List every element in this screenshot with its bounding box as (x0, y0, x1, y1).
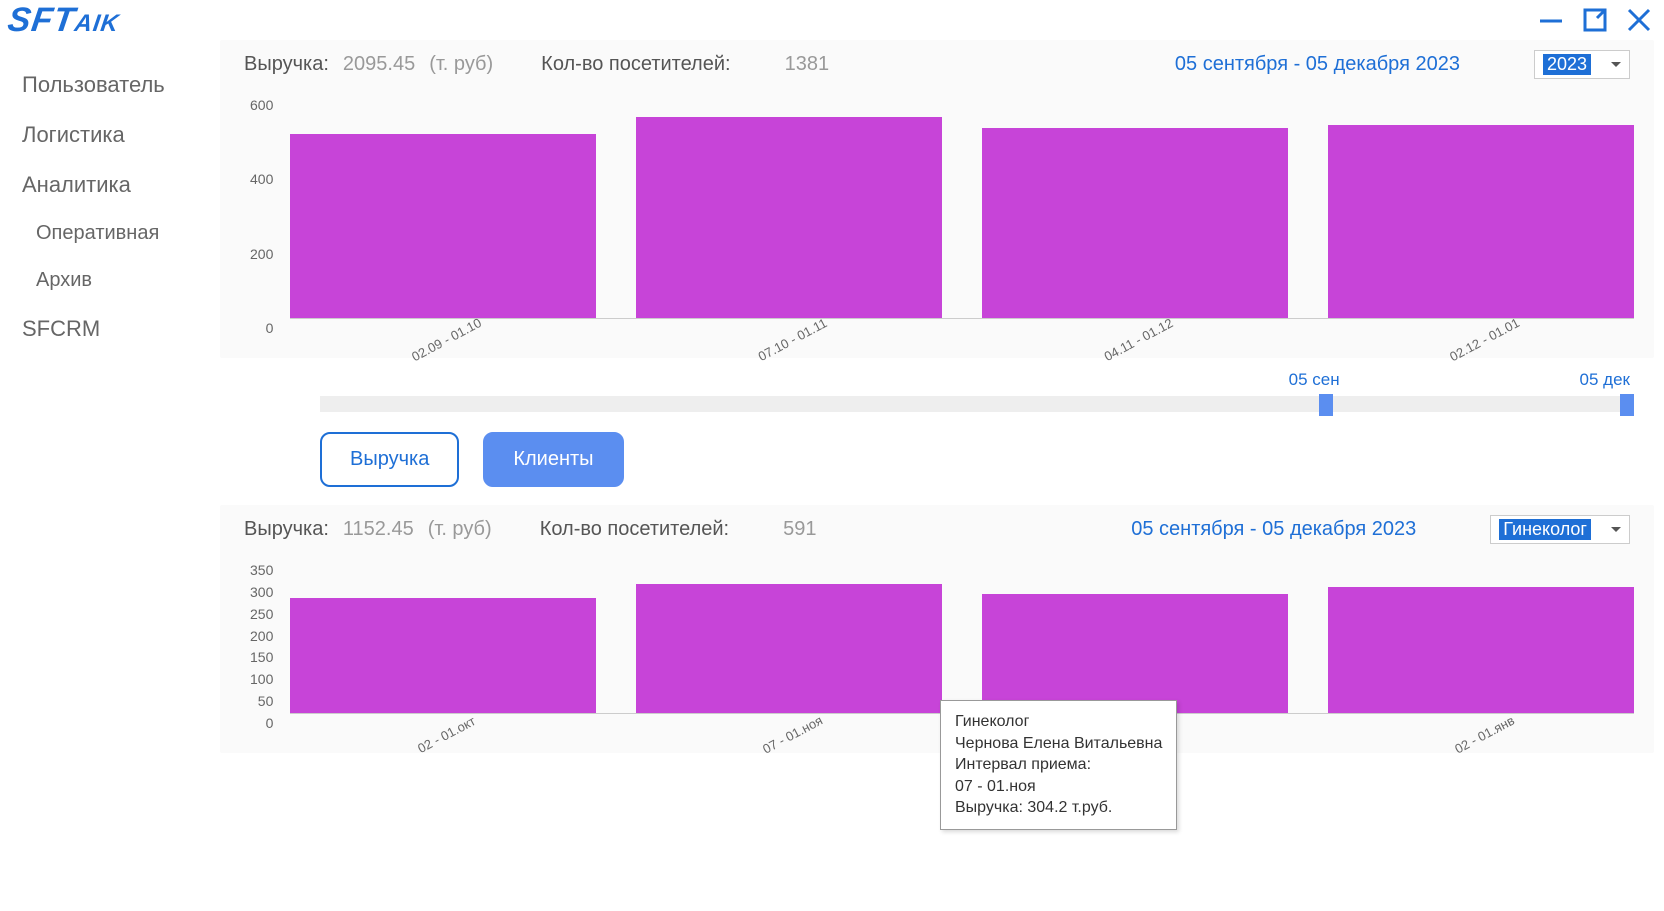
sidebar-item-analytics[interactable]: Аналитика (22, 160, 220, 210)
toggle-clients-button[interactable]: Клиенты (483, 432, 623, 487)
range-handle-end[interactable] (1620, 394, 1634, 416)
visitors-value: 1381 (785, 53, 830, 76)
y-tick: 0 (266, 320, 280, 336)
y-tick: 250 (250, 606, 279, 622)
tooltip-doctor: Чернова Елена Витальевна (955, 733, 1162, 755)
range-end-label: 05 дек (1580, 370, 1630, 390)
range-handle-start[interactable] (1319, 394, 1333, 416)
year-value: 2023 (1543, 54, 1591, 75)
bar-column (636, 564, 942, 713)
bar[interactable] (290, 598, 596, 713)
range-slider[interactable] (320, 396, 1634, 412)
chart-tooltip: Гинеколог Чернова Елена Витальевна Интер… (940, 700, 1177, 830)
sidebar: Пользователь Логистика Аналитика Операти… (0, 40, 220, 911)
revenue-label-2: Выручка: (244, 518, 329, 541)
revenue-unit: (т. руб) (429, 53, 493, 76)
y-tick: 600 (250, 97, 279, 113)
specialty-value: Гинеколог (1499, 519, 1591, 540)
tooltip-interval-label: Интервал приема: (955, 754, 1162, 776)
panel-filtered: Выручка: 1152.45 (т. руб) Кол-во посетит… (220, 505, 1654, 753)
y-tick: 300 (250, 584, 279, 600)
y-tick: 150 (250, 649, 279, 665)
sidebar-item-logistics[interactable]: Логистика (22, 110, 220, 160)
revenue-value: 2095.45 (343, 53, 415, 76)
chevron-down-icon (1611, 62, 1621, 67)
range-start-label: 05 сен (1289, 370, 1340, 390)
tooltip-specialty: Гинеколог (955, 711, 1162, 733)
y-tick: 400 (250, 171, 279, 187)
y-tick: 50 (258, 693, 280, 709)
chevron-down-icon (1611, 527, 1621, 532)
y-tick: 0 (266, 715, 280, 731)
close-button[interactable] (1622, 3, 1656, 37)
y-tick: 200 (250, 246, 279, 262)
maximize-button[interactable] (1578, 3, 1612, 37)
sidebar-item-sfcrm[interactable]: SFCRM (22, 304, 220, 354)
bar-column (290, 564, 596, 713)
y-tick: 100 (250, 671, 279, 687)
specialty-select[interactable]: Гинеколог (1490, 515, 1630, 544)
year-select[interactable]: 2023 (1534, 50, 1630, 79)
toggle-revenue-button[interactable]: Выручка (320, 432, 459, 487)
revenue-value-2: 1152.45 (343, 518, 414, 541)
bar[interactable] (1328, 587, 1634, 713)
revenue-label: Выручка: (244, 53, 329, 76)
bar-column (982, 564, 1288, 713)
tooltip-interval-value: 07 - 01.ноя (955, 776, 1162, 798)
tooltip-revenue: Выручка: 304.2 т.руб. (955, 797, 1162, 819)
date-range-2: 05 сентября - 05 декабря 2023 (1131, 518, 1416, 541)
bar[interactable] (982, 594, 1288, 713)
y-tick: 200 (250, 628, 279, 644)
chart-2: 350300250200150100500 02 - 01.окт07 - 01… (220, 554, 1654, 753)
minimize-button[interactable] (1534, 3, 1568, 37)
panel-overall: Выручка: 2095.45 (т. руб) Кол-во посетит… (220, 40, 1654, 358)
bar-column (1328, 564, 1634, 713)
visitors-label: Кол-во посетителей: (541, 53, 730, 76)
y-tick: 350 (250, 562, 279, 578)
sidebar-item-user[interactable]: Пользователь (22, 60, 220, 110)
revenue-unit-2: (т. руб) (428, 518, 492, 541)
chart-1: 6004002000 02.09 - 01.1007.10 - 01.1104.… (220, 89, 1654, 358)
sidebar-item-operational[interactable]: Оперативная (22, 210, 220, 257)
visitors-value-2: 591 (783, 518, 816, 541)
sidebar-item-archive[interactable]: Архив (22, 257, 220, 304)
app-logo: SFTAIK (5, 1, 122, 40)
visitors-label-2: Кол-во посетителей: (540, 518, 729, 541)
bar[interactable] (636, 584, 942, 713)
date-range: 05 сентября - 05 декабря 2023 (1175, 53, 1460, 76)
